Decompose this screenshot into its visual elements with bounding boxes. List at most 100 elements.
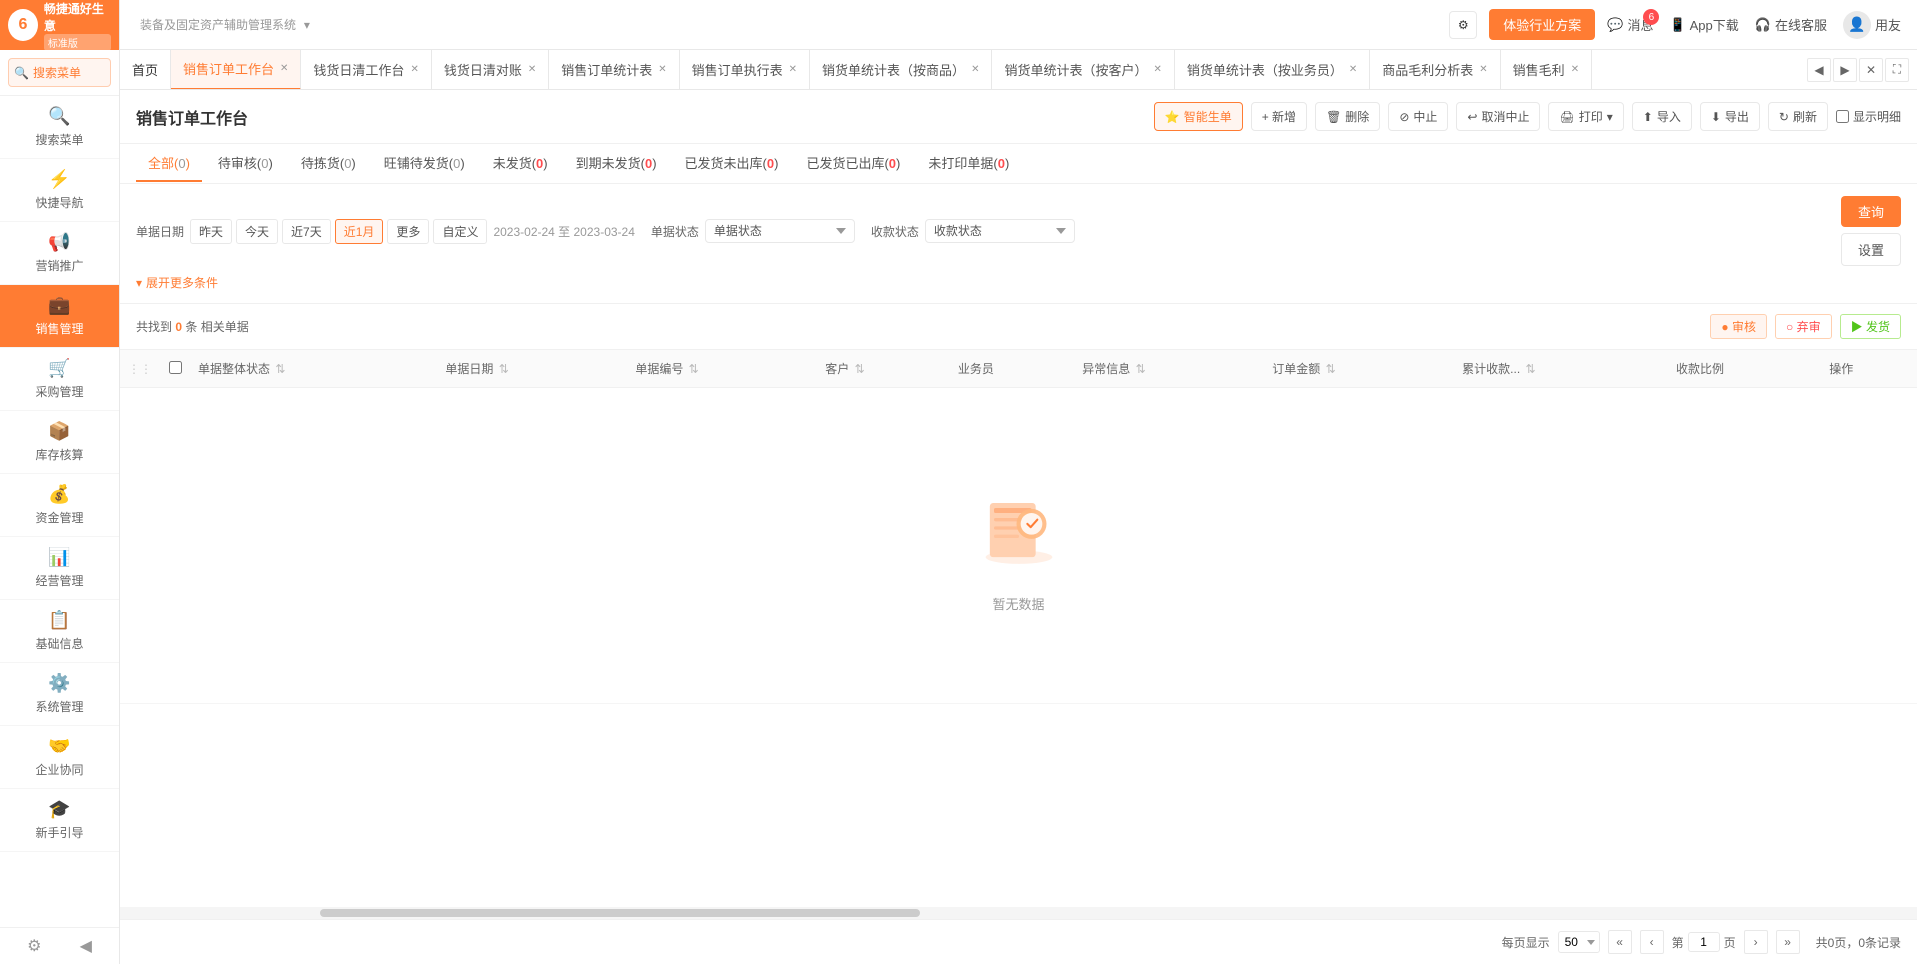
sub-tab-shipped-out[interactable]: 已发货已出库(0) [794,145,912,182]
per-page-select[interactable]: 50 [1558,931,1600,953]
sidebar-item-enterprise[interactable]: 🤝企业协同 [0,726,119,789]
sub-tab-unprinted[interactable]: 未打印单据(0) [916,145,1021,182]
collapse-icon[interactable]: ◀ [80,936,92,956]
first-page-button[interactable]: « [1608,930,1632,954]
cancel-audit-button[interactable]: ○ 弃审 [1775,314,1832,339]
sub-tab-unshipped[interactable]: 未发货(0) [481,145,560,182]
set-button[interactable]: 设置 [1841,233,1901,266]
tab-sales-stat[interactable]: 销售订单统计表✕ [549,50,679,90]
tab-sales-profit[interactable]: 销售毛利✕ [1501,50,1592,90]
nav-label-enterprise: 企业协同 [35,761,83,778]
ship-button[interactable]: ▶ 发货 [1840,314,1901,339]
date-option-more[interactable]: 更多 [387,219,429,244]
th-amount: 订单金额 ⇅ [1264,350,1454,388]
sidebar-item-basic[interactable]: 📋基础信息 [0,600,119,663]
print-button[interactable]: 🖨 打印 ▾ [1548,102,1623,131]
audit-button[interactable]: ● 审核 [1710,314,1767,339]
sidebar-item-sales[interactable]: 💼销售管理 [0,285,119,348]
tab-sales-workbench[interactable]: 销售订单工作台 ✕ [171,50,301,90]
cancel-suspend-button[interactable]: ↩ 取消中止 [1456,102,1540,131]
tab-sales-stat-product[interactable]: 销货单统计表（按商品）✕ [810,50,992,90]
tab-sales-stat-customer[interactable]: 销货单统计表（按客户）✕ [992,50,1174,90]
tab-gross-margin[interactable]: 商品毛利分析表✕ [1370,50,1500,90]
tab-cash-daily[interactable]: 钱货日清工作台✕ [301,50,431,90]
tab-close-gross-margin[interactable]: ✕ [1479,64,1487,75]
export-button[interactable]: ⬇ 导出 [1700,102,1760,131]
settings-icon[interactable]: ⚙ [27,936,41,956]
payment-select[interactable]: 收款状态 [925,219,1075,243]
refresh-button[interactable]: ↻ 刷新 [1768,102,1828,131]
search-menu-button[interactable]: 🔍 搜索菜单 [8,58,111,87]
page-input[interactable] [1688,932,1720,952]
sub-tab-wangpu-ship[interactable]: 旺铺待发货(0) [372,145,477,182]
date-option-today[interactable]: 今天 [236,219,278,244]
tab-close-all-button[interactable]: ✕ [1859,58,1883,82]
delete-button[interactable]: 🗑 删除 [1315,102,1380,131]
horizontal-scrollbar[interactable] [120,907,1917,919]
online-service-button[interactable]: 🎧 在线客服 [1755,15,1827,34]
tab-close-sales-stat[interactable]: ✕ [658,64,666,75]
header-actions: 💬 消息 6 📱 App下载 🎧 在线客服 👤 用友 [1607,11,1901,39]
show-detail-checkbox[interactable] [1836,110,1849,123]
tab-sales-exec[interactable]: 销售订单执行表✕ [680,50,810,90]
tab-close-cash-reconcile[interactable]: ✕ [528,64,536,75]
suspend-button[interactable]: ⊘ 中止 [1388,102,1448,131]
sidebar-item-finance[interactable]: 💰资金管理 [0,474,119,537]
tab-items-container: 首页销售订单工作台✕钱货日清工作台✕钱货日清对账✕销售订单统计表✕销售订单执行表… [120,50,1799,90]
sidebar-item-inventory[interactable]: 📦库存核算 [0,411,119,474]
tab-close-sales-exec[interactable]: ✕ [789,64,797,75]
tab-cash-reconcile[interactable]: 钱货日清对账✕ [432,50,549,90]
date-option-7days[interactable]: 近7天 [282,219,331,244]
sub-tab-expired-unship[interactable]: 到期未发货(0) [564,145,669,182]
tab-close-sales-stat-product[interactable]: ✕ [971,64,979,75]
next-page-button[interactable]: › [1744,930,1768,954]
tab-close-sales-stat-staff[interactable]: ✕ [1349,64,1357,75]
status-select[interactable]: 单据状态 [705,219,855,243]
tab-home[interactable]: 首页 [120,50,171,90]
user-menu-button[interactable]: 👤 用友 [1843,11,1901,39]
page-indicator: 第 页 [1672,932,1736,952]
show-detail-label[interactable]: 显示明细 [1836,108,1901,125]
last-page-button[interactable]: » [1776,930,1800,954]
tab-maximize-button[interactable]: ⛶ [1885,58,1909,82]
sidebar-item-operation[interactable]: 📊经营管理 [0,537,119,600]
industry-solution-button[interactable]: 体验行业方案 [1489,9,1595,40]
sidebar-item-quick-nav[interactable]: ⚡快捷导航 [0,159,119,222]
query-button[interactable]: 查询 [1841,196,1901,227]
expand-filter-button[interactable]: ▾ 展开更多条件 [136,274,218,291]
sidebar-bottom: ⚙ ◀ [0,927,119,964]
content-area: 销售订单工作台 ⭐ 智能生单 + 新增 🗑 删除 ⊘ 中止 ↩ 取消中止 [120,90,1917,964]
import-button[interactable]: ⬆ 导入 [1632,102,1692,131]
date-option-yesterday[interactable]: 昨天 [190,219,232,244]
sub-tab-pending-audit[interactable]: 待审核(0) [206,145,285,182]
sidebar-item-guide[interactable]: 🎓新手引导 [0,789,119,852]
date-option-1month[interactable]: 近1月 [335,219,384,244]
tab-prev-button[interactable]: ◀ [1807,58,1831,82]
settings-gear-icon[interactable]: ⚙ [1449,11,1477,39]
sidebar-item-purchase[interactable]: 🛒采购管理 [0,348,119,411]
sidebar-item-search[interactable]: 🔍搜索菜单 [0,96,119,159]
sidebar-item-marketing[interactable]: 📢营销推广 [0,222,119,285]
tab-label-sales-workbench: 销售订单工作台 [183,59,274,78]
sub-tab-pending-pick[interactable]: 待拣货(0) [289,145,368,182]
sub-tab-shipped-not-out[interactable]: 已发货未出库(0) [673,145,791,182]
scrollbar-thumb[interactable] [320,909,920,917]
print-dropdown-icon: ▾ [1607,110,1613,124]
add-button[interactable]: + 新增 [1251,102,1307,131]
date-option-custom[interactable]: 自定义 [433,219,487,244]
phone-icon: 📱 [1669,17,1685,33]
ai-generate-button[interactable]: ⭐ 智能生单 [1154,102,1243,131]
tab-next-button[interactable]: ▶ [1833,58,1857,82]
tab-close-cash-daily[interactable]: ✕ [410,64,418,75]
tab-sales-stat-staff[interactable]: 销货单统计表（按业务员）✕ [1175,50,1370,90]
tab-close-sales-profit[interactable]: ✕ [1571,64,1579,75]
app-download-button[interactable]: 📱 App下载 [1669,15,1738,34]
sidebar-item-system[interactable]: ⚙️系统管理 [0,663,119,726]
search-icon: 🔍 [14,66,29,80]
tab-close-sales-stat-customer[interactable]: ✕ [1153,64,1161,75]
tab-close-sales-workbench[interactable]: ✕ [280,63,288,74]
select-all-checkbox[interactable] [169,361,182,374]
message-button[interactable]: 💬 消息 6 [1607,15,1653,34]
sub-tab-all[interactable]: 全部(0) [136,145,202,182]
prev-page-button[interactable]: ‹ [1640,930,1664,954]
